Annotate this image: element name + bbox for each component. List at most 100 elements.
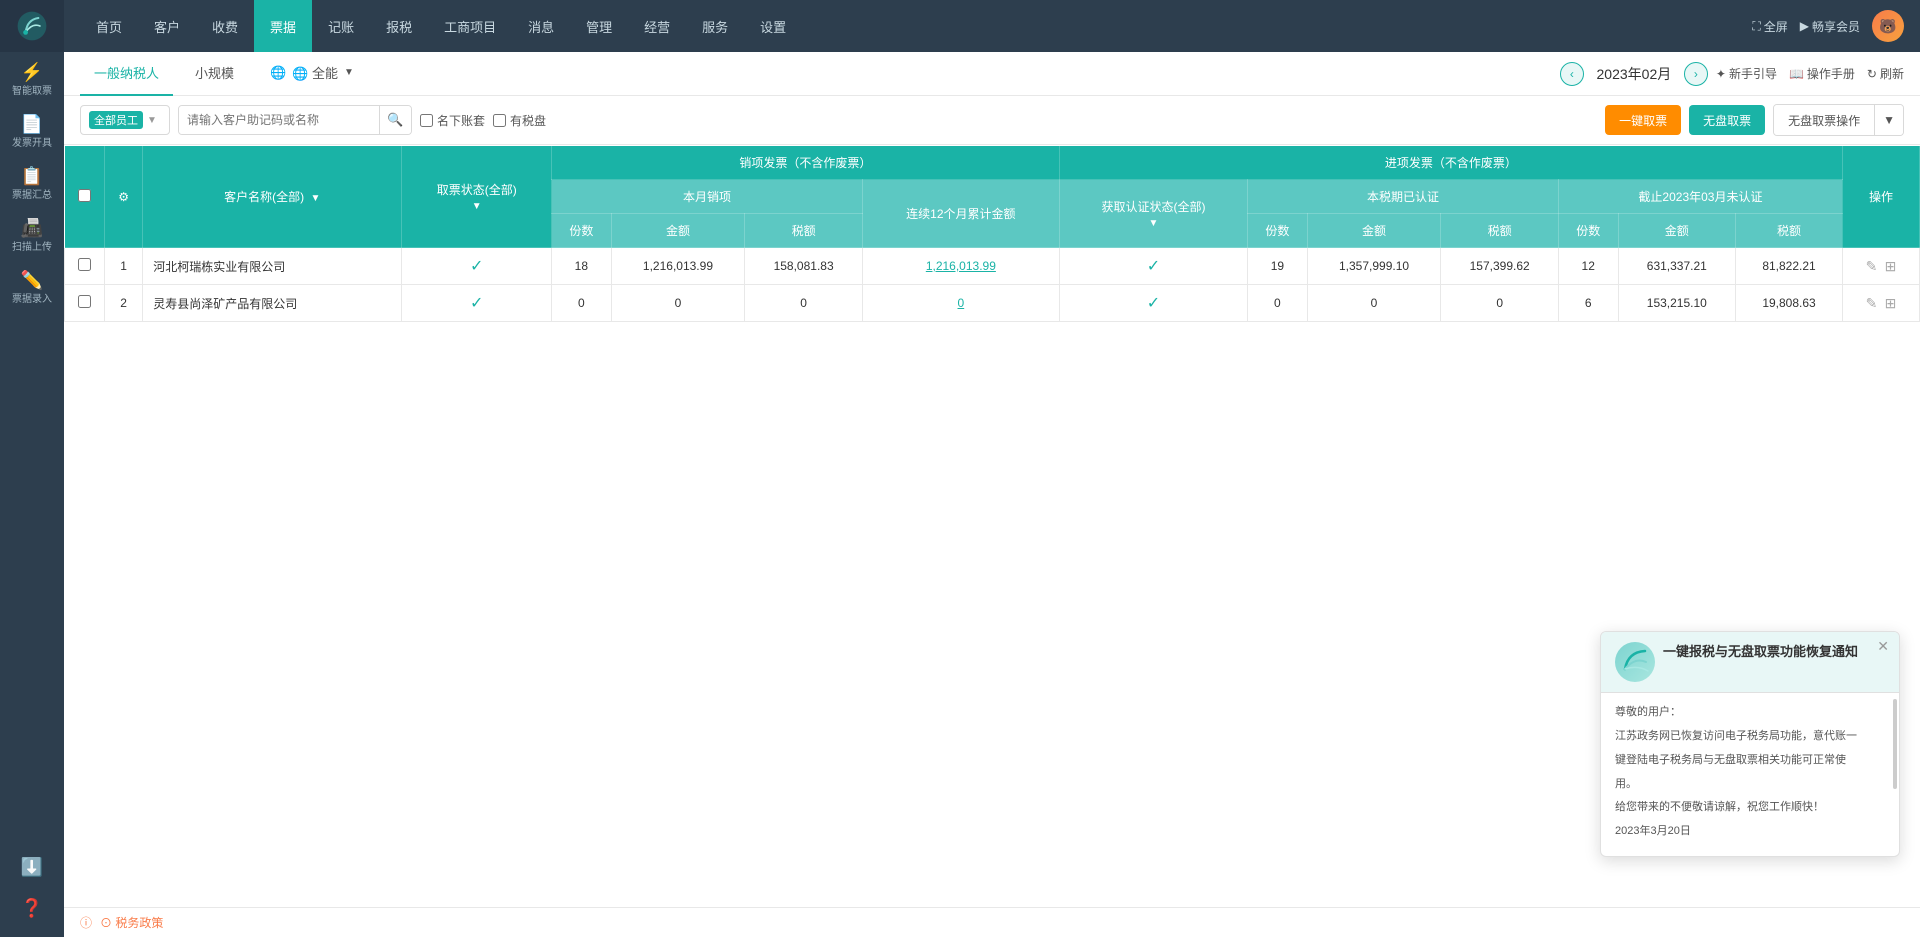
filter-icon[interactable]: ▼ [1149, 218, 1159, 229]
doc-icon: 📄 [21, 114, 43, 135]
member-button[interactable]: ▶ 畅享会员 [1800, 18, 1860, 35]
topnav-item-bizproject[interactable]: 工商项目 [428, 0, 512, 52]
sidebar-item-issue-invoice[interactable]: 📄 发票开具 [0, 104, 64, 156]
view-button[interactable]: ⊞ [1885, 295, 1897, 311]
notification-scrollbar[interactable] [1893, 699, 1897, 789]
tax-policy-link[interactable]: ⊙ 税务政策 [100, 914, 163, 931]
topnav-item-operation[interactable]: 经营 [628, 0, 686, 52]
taxdisk-checkbox[interactable] [493, 114, 506, 127]
no-disk-ops-button[interactable]: 无盘取票操作 [1774, 105, 1874, 135]
fetch-status-icon: ✓ [470, 295, 483, 312]
topnav-item-invoice[interactable]: 票据 [254, 0, 312, 52]
row-cumulative12: 0 [862, 285, 1059, 322]
toolbar-left: 全部员工 ▼ 🔍 名下账套 有税盘 [80, 105, 1595, 135]
row-uncert-amount: 631,337.21 [1618, 248, 1736, 285]
search-button[interactable]: 🔍 [379, 105, 411, 135]
manual-button[interactable]: 📖 操作手册 [1789, 65, 1855, 82]
sidebar-item-label: 智能取票 [12, 86, 52, 98]
fullscreen-button[interactable]: ⛶ 全屏 [1752, 18, 1787, 35]
row-sales-amount: 1,216,013.99 [611, 248, 745, 285]
filter-icon[interactable]: ▼ [472, 201, 482, 212]
topnav-right: ⛶ 全屏 ▶ 畅享会员 🐻 [1752, 10, 1904, 42]
topnav-item-billing[interactable]: 收费 [196, 0, 254, 52]
tab-all[interactable]: 🌐 🌐 全能 ▼ [256, 52, 368, 96]
avatar[interactable]: 🐻 [1872, 10, 1904, 42]
current-date: 2023年02月 [1594, 64, 1674, 84]
taxdisk-checkbox-label[interactable]: 有税盘 [493, 112, 546, 129]
row-checkbox[interactable] [78, 258, 91, 271]
topnav-item-settings[interactable]: 设置 [744, 0, 802, 52]
row-sales-amount: 0 [611, 285, 745, 322]
next-month-button[interactable]: › [1684, 62, 1708, 86]
one-key-fetch-button[interactable]: 一键取票 [1605, 105, 1681, 135]
topnav-item-service[interactable]: 服务 [686, 0, 744, 52]
new-guide-button[interactable]: ✦ 新手引导 [1716, 65, 1777, 82]
sidebar-item-help[interactable]: ❓ [0, 890, 64, 927]
sidebar-item-download[interactable]: ⬇️ [0, 849, 64, 886]
body-line1: 江苏政务网已恢复访问电子税务局功能，意代账一 [1615, 727, 1885, 747]
sidebar-item-smart-fetch[interactable]: ⚡ 智能取票 [0, 52, 64, 104]
row-checkbox-cell[interactable] [65, 285, 105, 322]
notification-icon [1615, 642, 1655, 682]
subaccount-checkbox-label[interactable]: 名下账套 [420, 112, 485, 129]
topnav-item-home[interactable]: 首页 [80, 0, 138, 52]
row-actions: ✎ ⊞ [1842, 285, 1919, 322]
employee-selector[interactable]: 全部员工 ▼ [80, 105, 170, 135]
select-all-checkbox[interactable] [78, 189, 91, 202]
row-customer-name: 河北柯瑞栋实业有限公司 [143, 248, 402, 285]
row-fetch-status: ✓ [402, 285, 552, 322]
topnav-item-management[interactable]: 管理 [570, 0, 628, 52]
sidebar-item-label: 发票开具 [12, 138, 52, 150]
edit-button[interactable]: ✎ [1866, 295, 1878, 311]
subaccount-checkbox[interactable] [420, 114, 433, 127]
row-checkbox-cell[interactable] [65, 248, 105, 285]
notification-close-button[interactable]: ✕ [1877, 638, 1889, 655]
th-cert-count: 份数 [1248, 214, 1308, 248]
sidebar-item-scan-upload[interactable]: 📠 扫描上传 [0, 208, 64, 260]
th-checkbox[interactable] [65, 146, 105, 248]
fetch-status-icon: ✓ [470, 258, 483, 275]
th-purchase-group: 进项发票（不含作废票） [1059, 146, 1842, 180]
cumulative12-link[interactable]: 1,216,013.99 [926, 259, 996, 273]
filter-icon[interactable]: ▼ [311, 193, 321, 204]
sidebar-logo[interactable] [0, 0, 64, 52]
cumulative12-link[interactable]: 0 [958, 296, 965, 310]
edit-button[interactable]: ✎ [1866, 258, 1878, 274]
cert-status-icon: ✓ [1147, 295, 1160, 312]
no-disk-ops-dropdown[interactable]: ▼ [1874, 105, 1903, 135]
sidebar-item-invoice-summary[interactable]: 📋 票据汇总 [0, 156, 64, 208]
th-sales-tax: 税额 [745, 214, 863, 248]
table-row: 1 河北柯瑞栋实业有限公司 ✓ 18 1,216,013.99 158,081.… [65, 248, 1920, 285]
sidebar-bottom: ⬇️ ❓ [0, 849, 64, 937]
prev-month-button[interactable]: ‹ [1560, 62, 1584, 86]
info-icon: ⓘ [80, 914, 92, 931]
tab-general-taxpayer[interactable]: 一般纳税人 [80, 52, 173, 96]
topnav-item-message[interactable]: 消息 [512, 0, 570, 52]
no-disk-fetch-button[interactable]: 无盘取票 [1689, 105, 1765, 135]
topnav-item-bookkeeping[interactable]: 记账 [312, 0, 370, 52]
th-settings[interactable]: ⚙ [105, 146, 143, 248]
sidebar: ⚡ 智能取票 📄 发票开具 📋 票据汇总 📠 扫描上传 ✏️ 票据录入 ⬇️ ❓ [0, 0, 64, 937]
toolbar-right: 一键取票 无盘取票 无盘取票操作 ▼ [1605, 104, 1904, 136]
row-purchase-count: 19 [1248, 248, 1308, 285]
tab-bar: 一般纳税人 小规模 🌐 🌐 全能 ▼ ‹ 2023年02月 › ✦ 新手引导 [64, 52, 1920, 96]
refresh-button[interactable]: ↻ 刷新 [1867, 65, 1904, 82]
row-purchase-count: 0 [1248, 285, 1308, 322]
search-input[interactable] [179, 106, 379, 134]
search-icon: 🔍 [387, 112, 403, 128]
sidebar-item-label: 扫描上传 [12, 242, 52, 254]
row-checkbox[interactable] [78, 295, 91, 308]
th-cumulative12: 连续12个月累计金额 [862, 180, 1059, 248]
tab-small-scale[interactable]: 小规模 [181, 52, 248, 96]
main-table: ⚙ 客户名称(全部) ▼ 取票状态(全部) ▼ 销项发票（不含作废票） [64, 145, 1920, 322]
sidebar-item-label: 票据汇总 [12, 190, 52, 202]
th-uncert-amount: 金额 [1618, 214, 1736, 248]
sidebar-item-data-entry[interactable]: ✏️ 票据录入 [0, 260, 64, 312]
topnav-item-tax[interactable]: 报税 [370, 0, 428, 52]
topnav-item-customers[interactable]: 客户 [138, 0, 196, 52]
th-sales-amount: 金额 [611, 214, 745, 248]
view-button[interactable]: ⊞ [1885, 258, 1897, 274]
lightning-icon: ⚡ [21, 62, 43, 83]
th-action: 操作 [1842, 146, 1919, 248]
th-customer-name: 客户名称(全部) ▼ [143, 146, 402, 248]
